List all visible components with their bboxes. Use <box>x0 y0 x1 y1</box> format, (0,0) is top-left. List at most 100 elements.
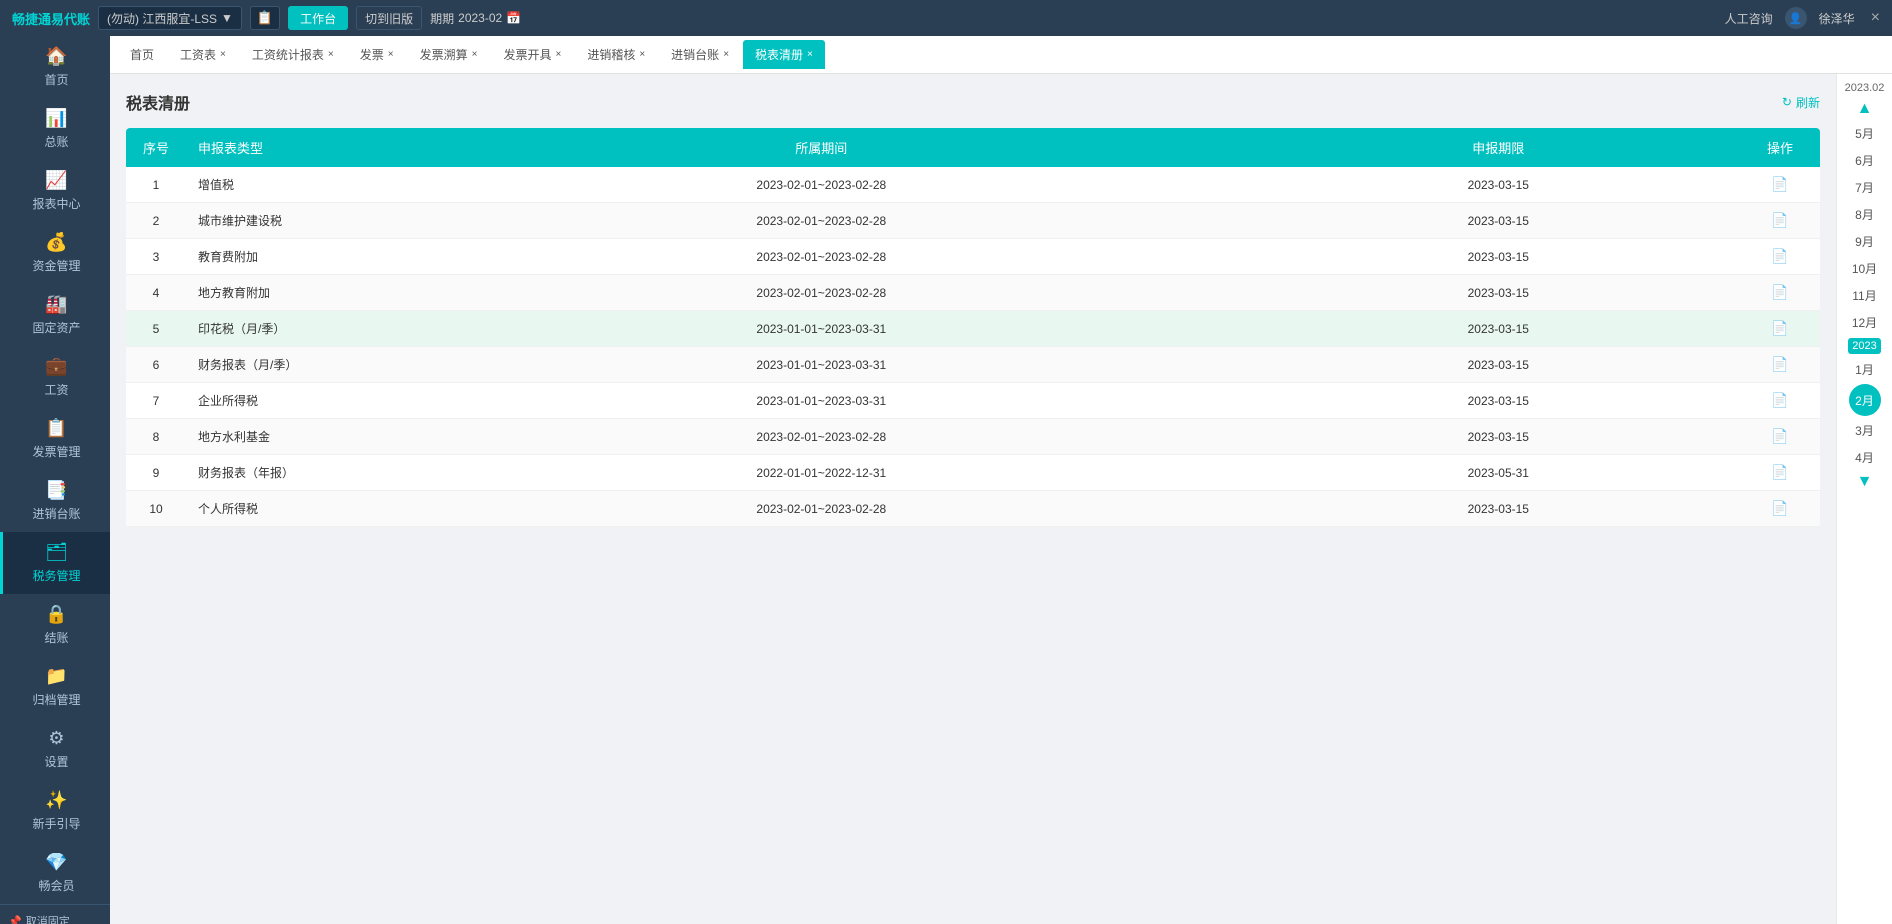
sidebar-item-asset[interactable]: 🏭 固定资产 <box>0 284 110 346</box>
sidebar-label-home: 首页 <box>44 71 68 88</box>
refresh-icon: ↻ <box>1782 95 1792 109</box>
action-icon[interactable]: 📄 <box>1771 176 1788 192</box>
action-icon[interactable]: 📄 <box>1771 356 1788 372</box>
cell-deadline: 2023-03-15 <box>1257 347 1740 383</box>
company-selector[interactable]: (勿动) 江西服宜-LSS ▼ <box>98 6 242 30</box>
workbench-button[interactable]: 工作台 <box>288 6 348 30</box>
picker-month-8[interactable]: 8月 <box>1843 202 1887 227</box>
sidebar-item-purchase-ledger[interactable]: 📑 进销台账 <box>0 470 110 532</box>
tab-purchase-check[interactable]: 进销稽核 × <box>575 40 657 69</box>
sidebar-item-vip[interactable]: 💎 畅会员 <box>0 842 110 904</box>
sidebar-item-tax-mgmt[interactable]: 🗂 税务管理 <box>0 532 110 594</box>
picker-month-4[interactable]: 4月 <box>1843 445 1887 470</box>
tab-close-purchase-check[interactable]: × <box>639 49 645 60</box>
cell-period: 2022-01-01~2022-12-31 <box>386 455 1257 491</box>
cell-num: 6 <box>126 347 186 383</box>
archive-icon: 📁 <box>45 666 67 687</box>
action-icon[interactable]: 📄 <box>1771 392 1788 408</box>
picker-month-12[interactable]: 12月 <box>1843 310 1887 335</box>
tab-close-salary-table[interactable]: × <box>220 49 226 60</box>
action-icon[interactable]: 📄 <box>1771 212 1788 228</box>
settings-icon: ⚙ <box>48 728 64 749</box>
tab-close-invoice-open[interactable]: × <box>555 49 561 60</box>
cell-action: 📄 <box>1740 347 1820 383</box>
tab-invoice[interactable]: 发票 × <box>348 40 406 69</box>
tab-invoice-open[interactable]: 发票开具 × <box>491 40 573 69</box>
cell-type: 城市维护建设税 <box>186 203 386 239</box>
tab-close-tax-register[interactable]: × <box>807 49 813 60</box>
unpin-button[interactable]: 📌 取消固定 <box>0 904 110 924</box>
sidebar-item-fund[interactable]: 💰 资金管理 <box>0 222 110 284</box>
sidebar-item-settings[interactable]: ⚙ 设置 <box>0 718 110 780</box>
sidebar-item-guide[interactable]: ✨ 新手引导 <box>0 780 110 842</box>
cell-action: 📄 <box>1740 311 1820 347</box>
guide-icon: ✨ <box>45 790 67 811</box>
cell-period: 2023-02-01~2023-02-28 <box>386 275 1257 311</box>
sidebar-label-report: 报表中心 <box>32 195 80 212</box>
close-window-button[interactable]: × <box>1871 9 1880 27</box>
picker-month-2-active[interactable]: 2月 <box>1849 384 1881 416</box>
sidebar-item-archive[interactable]: 📁 归档管理 <box>0 656 110 718</box>
action-icon[interactable]: 📄 <box>1771 500 1788 516</box>
sidebar-item-invoice-mgmt[interactable]: 📋 发票管理 <box>0 408 110 470</box>
app-logo: 畅捷通易代账 <box>12 9 90 28</box>
sidebar-item-close-accounts[interactable]: 🔒 结账 <box>0 594 110 656</box>
cell-action: 📄 <box>1740 203 1820 239</box>
tab-close-purchase-ledger[interactable]: × <box>723 49 729 60</box>
table-row: 3 教育费附加 2023-02-01~2023-02-28 2023-03-15… <box>126 239 1820 275</box>
tab-close-salary-stats[interactable]: × <box>328 49 334 60</box>
cell-deadline: 2023-03-15 <box>1257 383 1740 419</box>
cell-num: 5 <box>126 311 186 347</box>
col-num: 序号 <box>126 128 186 167</box>
sidebar-item-home[interactable]: 🏠 首页 <box>0 36 110 98</box>
action-icon[interactable]: 📄 <box>1771 428 1788 444</box>
action-icon[interactable]: 📄 <box>1771 248 1788 264</box>
tab-close-invoice-check[interactable]: × <box>472 49 478 60</box>
cell-deadline: 2023-03-15 <box>1257 239 1740 275</box>
cell-action: 📄 <box>1740 167 1820 203</box>
close-accounts-icon: 🔒 <box>45 604 67 625</box>
action-icon[interactable]: 📄 <box>1771 464 1788 480</box>
calendar-icon[interactable]: 📅 <box>506 11 521 25</box>
table-row: 4 地方教育附加 2023-02-01~2023-02-28 2023-03-1… <box>126 275 1820 311</box>
tab-home[interactable]: 首页 <box>118 40 166 69</box>
action-icon[interactable]: 📄 <box>1771 284 1788 300</box>
username: 徐泽华 <box>1819 10 1855 27</box>
picker-month-11[interactable]: 11月 <box>1843 283 1887 308</box>
tab-salary-table[interactable]: 工资表 × <box>168 40 238 69</box>
picker-up-arrow[interactable]: ▲ <box>1855 98 1875 120</box>
user-avatar: 👤 <box>1785 7 1807 29</box>
cell-type: 企业所得税 <box>186 383 386 419</box>
ai-consult-link[interactable]: 人工咨询 <box>1725 10 1773 27</box>
tab-invoice-check[interactable]: 发票溯算 × <box>408 40 490 69</box>
picker-month-3[interactable]: 3月 <box>1843 418 1887 443</box>
picker-month-5[interactable]: 5月 <box>1843 121 1887 146</box>
picker-month-10[interactable]: 10月 <box>1843 256 1887 281</box>
picker-month-9[interactable]: 9月 <box>1843 229 1887 254</box>
sidebar-label-archive: 归档管理 <box>32 691 80 708</box>
picker-down-arrow[interactable]: ▼ <box>1855 471 1875 493</box>
picker-month-1[interactable]: 1月 <box>1843 357 1887 382</box>
table-row: 1 增值税 2023-02-01~2023-02-28 2023-03-15 📄 <box>126 167 1820 203</box>
refresh-button[interactable]: ↻ 刷新 <box>1782 94 1820 111</box>
table-row: 9 财务报表（年报） 2022-01-01~2022-12-31 2023-05… <box>126 455 1820 491</box>
picker-month-6[interactable]: 6月 <box>1843 148 1887 173</box>
sidebar-item-salary[interactable]: 💼 工资 <box>0 346 110 408</box>
tab-tax-register[interactable]: 税表清册 × <box>743 40 825 69</box>
cell-type: 地方水利基金 <box>186 419 386 455</box>
sidebar-item-ledger[interactable]: 📊 总账 <box>0 98 110 160</box>
picker-month-7[interactable]: 7月 <box>1843 175 1887 200</box>
col-period: 所属期间 <box>386 128 1257 167</box>
action-icon[interactable]: 📄 <box>1771 320 1788 336</box>
tab-salary-stats[interactable]: 工资统计报表 × <box>240 40 346 69</box>
tab-close-invoice[interactable]: × <box>388 49 394 60</box>
cell-period: 2023-02-01~2023-02-28 <box>386 203 1257 239</box>
tab-purchase-ledger[interactable]: 进销台账 × <box>659 40 741 69</box>
sidebar-item-report[interactable]: 📈 报表中心 <box>0 160 110 222</box>
sidebar-label-invoice-mgmt: 发票管理 <box>32 443 80 460</box>
cell-type: 个人所得税 <box>186 491 386 527</box>
bookmark-icon-btn[interactable]: 📋 <box>250 6 280 30</box>
sidebar-label-purchase-ledger: 进销台账 <box>32 505 80 522</box>
switch-version-button[interactable]: 切到旧版 <box>356 6 422 30</box>
cell-deadline: 2023-03-15 <box>1257 203 1740 239</box>
